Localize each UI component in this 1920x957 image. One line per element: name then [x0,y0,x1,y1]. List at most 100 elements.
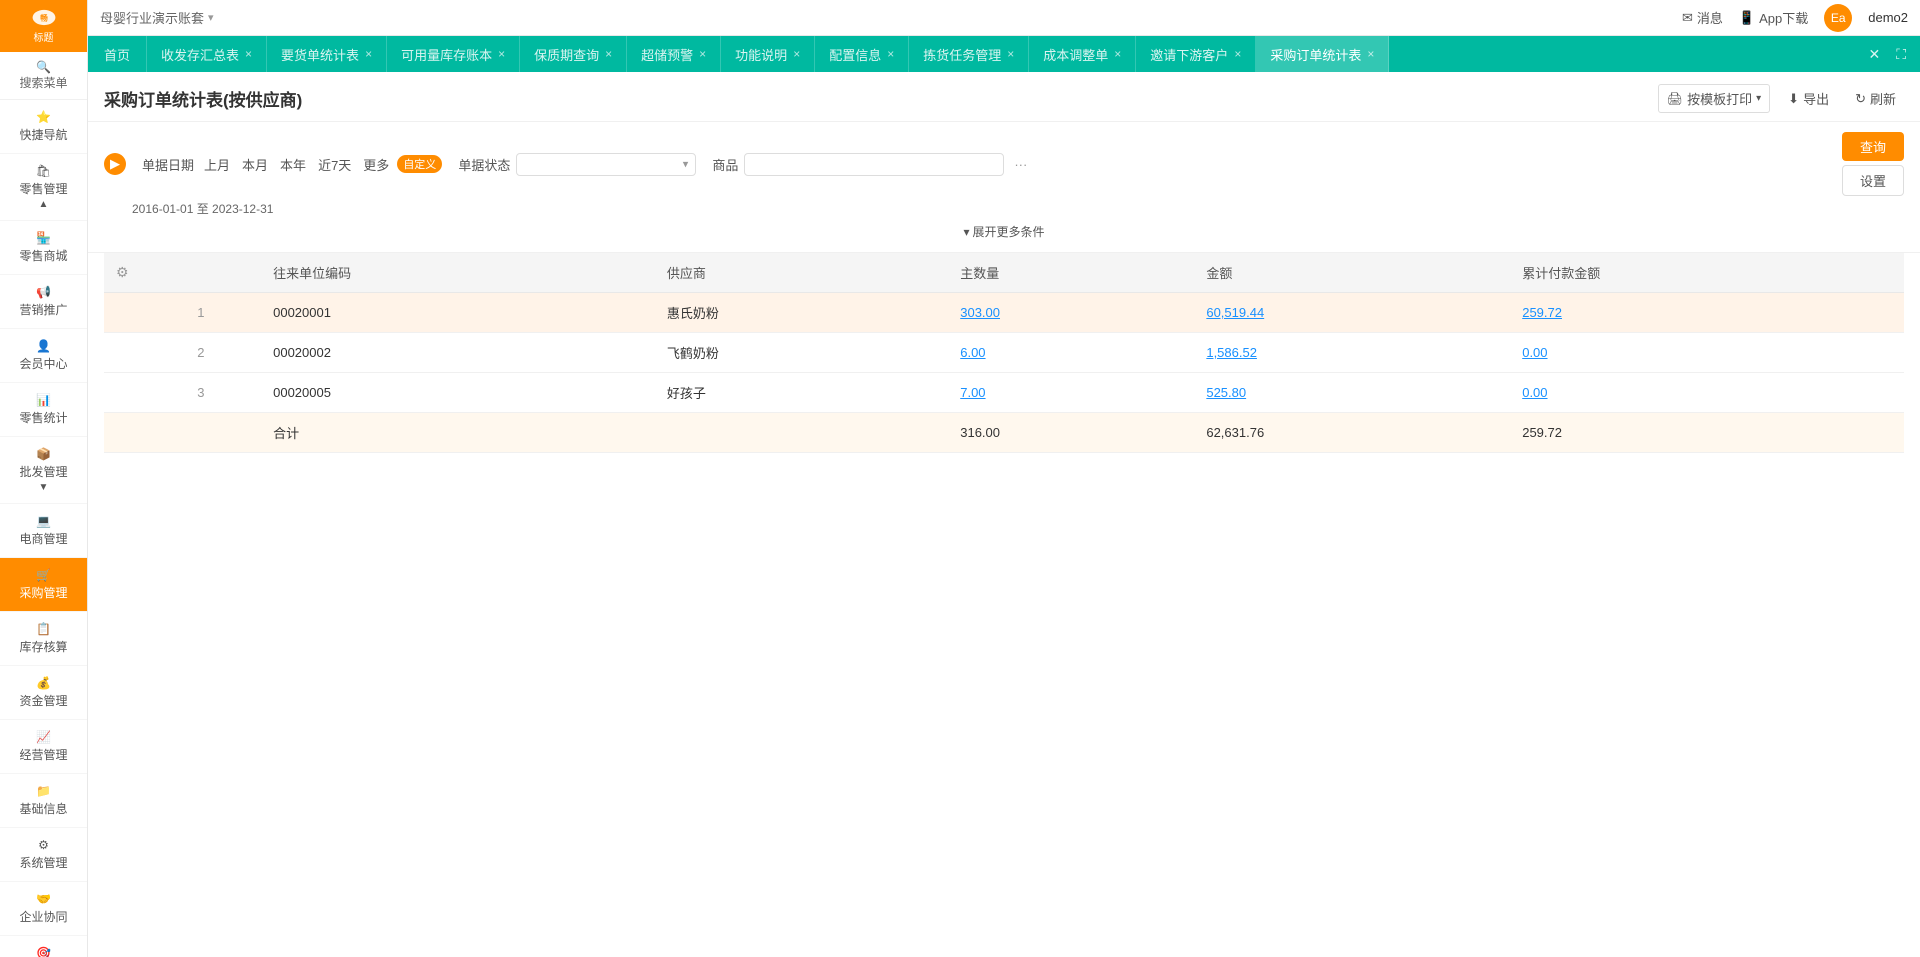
tab-config-info-close[interactable]: × [887,47,894,61]
sidebar-item-operations[interactable]: 📈 经营管理 [0,720,87,774]
tab-cost-adjust[interactable]: 成本调整单 × [1029,36,1136,72]
workspace-selector[interactable]: 母婴行业演示账套 ▾ [100,8,214,27]
tab-close-all-button[interactable]: ✕ [1862,42,1886,67]
tab-overstock-close[interactable]: × [699,47,706,61]
tab-pick-task-close[interactable]: × [1007,47,1014,61]
tab-home[interactable]: 首页 [88,36,147,72]
sidebar-item-wholesale[interactable]: 📦 批发管理 ▼ [0,437,87,504]
row-quantity[interactable]: 6.00 [948,333,1194,373]
row-paid-amount[interactable]: 259.72 [1510,293,1904,333]
message-button[interactable]: ✉ 消息 [1682,8,1723,27]
row-paid-amount[interactable]: 0.00 [1510,333,1904,373]
tab-cost-adjust-close[interactable]: × [1114,47,1121,61]
chevron-down-icon2: ▼ [39,482,49,493]
tab-invite-downstream-close[interactable]: × [1234,47,1241,61]
wholesale-icon: 📦 [36,447,51,461]
tab-invite-downstream[interactable]: 邀请下游客户 × [1136,36,1256,72]
filter-settings-button[interactable]: 设置 [1842,165,1904,196]
product-filter-group: 商品 ··· [712,153,1031,176]
tab-receive-summary[interactable]: 收发存汇总表 × [147,36,267,72]
tab-shelf-life[interactable]: 保质期查询 × [520,36,627,72]
more-options-link[interactable]: ··· [1010,157,1031,172]
operations-icon: 📈 [36,730,51,744]
tab-function-desc[interactable]: 功能说明 × [721,36,815,72]
tab-shelf-life-close[interactable]: × [605,47,612,61]
footer-empty2 [141,413,262,453]
date-btn-this-month[interactable]: 本月 [238,154,272,175]
tab-available-stock-close[interactable]: × [498,47,505,61]
avatar[interactable]: Ea [1824,4,1852,32]
date-btn-more[interactable]: 更多 [359,154,393,175]
filter-row: ▶ 单据日期 上月 本月 本年 近7天 更多 自定义 单据状态 [104,132,1904,196]
row-amount[interactable]: 525.80 [1194,373,1510,413]
date-label: 单据日期 [142,155,194,174]
filter-toggle-button[interactable]: ▶ [104,153,126,175]
date-btn-this-year[interactable]: 本年 [276,154,310,175]
page-container: 采购订单统计表(按供应商) 🖨 按模板打印 ▾ ⬇ 导出 ↻ 刷新 [88,72,1920,957]
sidebar-item-member[interactable]: 👤 会员中心 [0,329,87,383]
tab-purchase-summary-label: 采购订单统计表 [1270,45,1361,64]
search-button[interactable]: 查询 [1842,132,1904,161]
row-quantity[interactable]: 303.00 [948,293,1194,333]
date-btn-7days[interactable]: 近7天 [314,154,355,175]
tab-function-desc-label: 功能说明 [735,45,787,64]
workspace-dropdown-icon: ▾ [208,11,214,24]
purchase-icon: 🛒 [36,568,51,582]
sidebar-item-enterprise[interactable]: 🤝 企业协同 [0,882,87,936]
sidebar-item-new-guide[interactable]: 🎯 新手引导 [0,936,87,957]
tab-requisition-close[interactable]: × [365,47,372,61]
tab-receive-summary-close[interactable]: × [245,47,252,61]
sidebar-item-marketing[interactable]: 📢 营销推广 [0,275,87,329]
sidebar-item-inventory[interactable]: 📋 库存核算 [0,612,87,666]
refresh-button[interactable]: ↻ 刷新 [1847,85,1904,112]
row-supplier-code: 00020002 [261,333,655,373]
sidebar-basic-info-label: 基础信息 [19,800,67,817]
tab-available-stock[interactable]: 可用量库存账本 × [387,36,520,72]
export-label: 导出 [1803,89,1829,108]
tab-requisition-label: 要货单统计表 [281,45,359,64]
tab-purchase-summary[interactable]: 采购订单统计表 × [1256,36,1389,72]
row-index: 3 [141,373,262,413]
export-button[interactable]: ⬇ 导出 [1780,85,1837,112]
sidebar-item-quick-nav[interactable]: ⭐ 快捷导航 [0,100,87,154]
app-download-button[interactable]: 📱 App下载 [1739,8,1808,27]
sidebar-item-system[interactable]: ⚙ 系统管理 [0,828,87,882]
tab-config-info[interactable]: 配置信息 × [815,36,909,72]
sidebar-item-search[interactable]: 🔍 搜索菜单 [0,52,87,100]
sidebar-item-ecommerce[interactable]: 💻 电商管理 [0,504,87,558]
sidebar-item-finance[interactable]: 💰 资金管理 [0,666,87,720]
sidebar-system-label: 系统管理 [19,854,67,871]
footer-empty1 [104,413,141,453]
template-print-button[interactable]: 🖨 按模板打印 ▾ [1658,84,1771,113]
footer-label: 合计 [261,413,655,453]
sidebar-inventory-label: 库存核算 [19,638,67,655]
row-quantity[interactable]: 7.00 [948,373,1194,413]
username[interactable]: demo2 [1868,10,1908,25]
app-logo[interactable]: 畅 标题 [0,0,87,52]
row-amount[interactable]: 60,519.44 [1194,293,1510,333]
status-select[interactable] [516,153,696,176]
col-supplier-code: 往来单位编码 [261,253,655,293]
date-btn-last-month[interactable]: 上月 [200,154,234,175]
product-input[interactable] [744,153,1004,176]
row-paid-amount[interactable]: 0.00 [1510,373,1904,413]
system-icon: ⚙ [38,838,49,852]
sidebar-item-basic-info[interactable]: 📁 基础信息 [0,774,87,828]
status-filter-group: 单据状态 [458,153,696,176]
tab-overstock[interactable]: 超储预警 × [627,36,721,72]
custom-date-badge[interactable]: 自定义 [397,155,442,173]
sidebar-item-retail-stats[interactable]: 📊 零售统计 [0,383,87,437]
tab-purchase-summary-close[interactable]: × [1367,47,1374,61]
col-quantity: 主数量 [948,253,1194,293]
tab-maximize-button[interactable]: ⛶ [1890,42,1912,67]
tab-requisition[interactable]: 要货单统计表 × [267,36,387,72]
row-amount[interactable]: 1,586.52 [1194,333,1510,373]
sidebar-item-purchase[interactable]: 🛒 采购管理 [0,558,87,612]
date-filter-group: 单据日期 上月 本月 本年 近7天 更多 自定义 [142,154,442,175]
tab-function-desc-close[interactable]: × [793,47,800,61]
tab-pick-task[interactable]: 拣货任务管理 × [909,36,1029,72]
column-settings-icon[interactable]: ⚙ [116,264,129,280]
sidebar-item-retail[interactable]: 🛍 零售管理 ▲ [0,154,87,221]
sidebar-item-retail-mall[interactable]: 🏪 零售商城 [0,221,87,275]
expand-more-button[interactable]: ▾ 展开更多条件 [963,223,1044,240]
